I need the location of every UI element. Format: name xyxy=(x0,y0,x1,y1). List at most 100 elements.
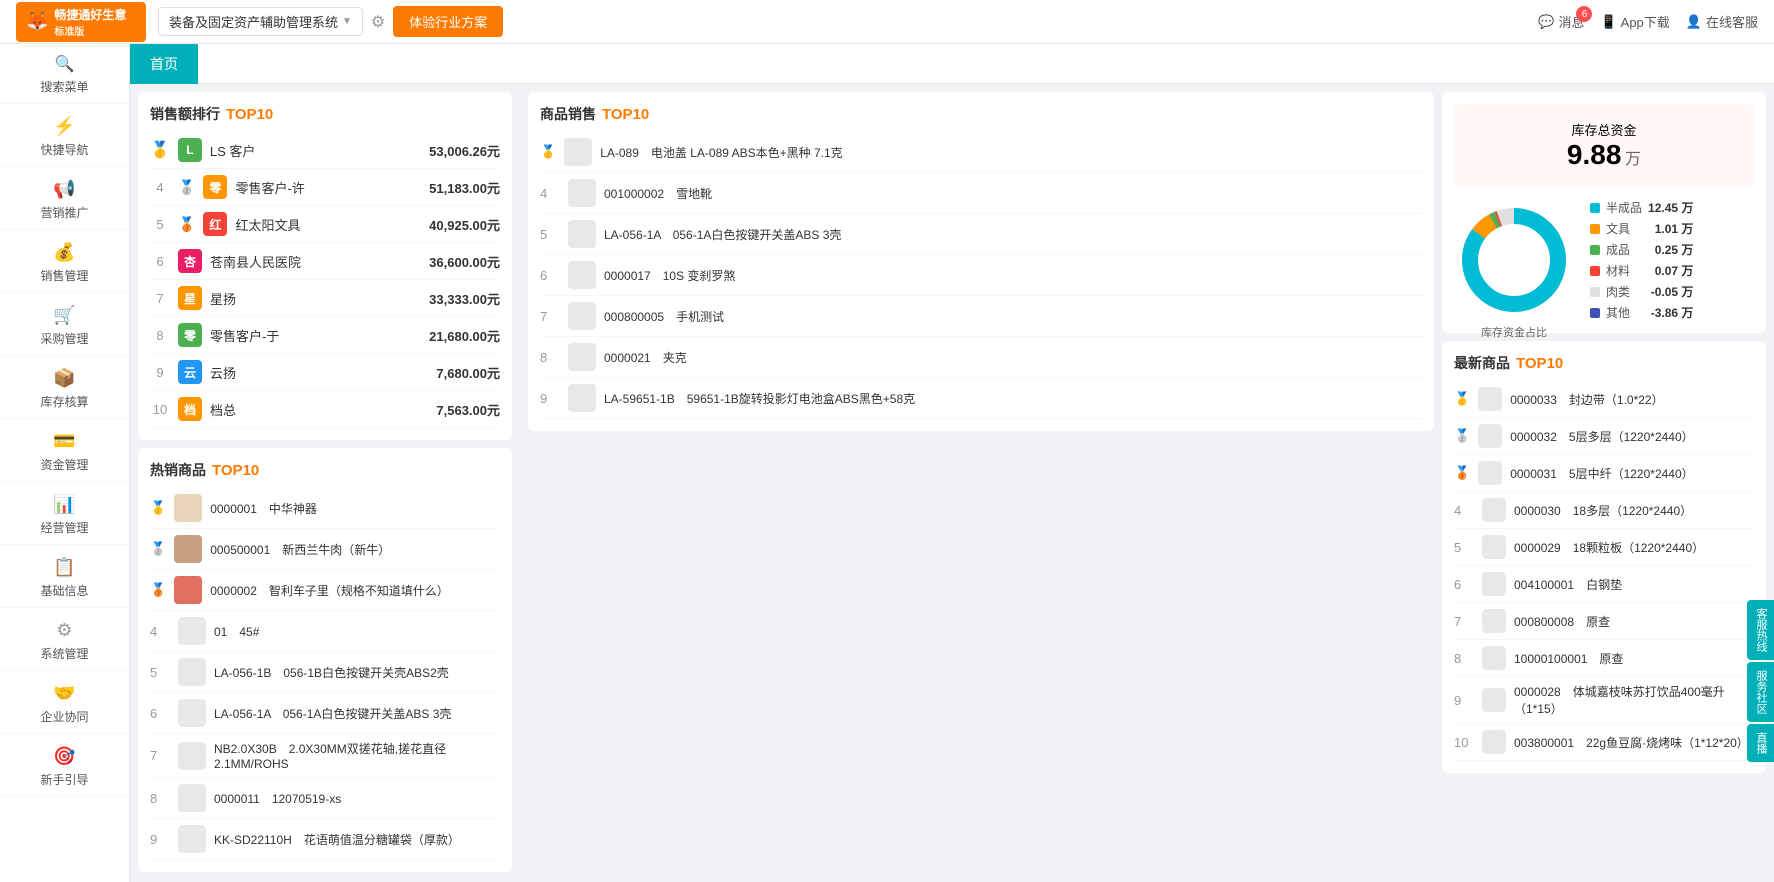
latest-item-7: 7 000800008 原查 xyxy=(1454,603,1754,640)
hot-top10-label: TOP10 xyxy=(212,462,259,479)
hot-rank-7: 7 xyxy=(150,748,170,763)
prod-info-5: 000800005 手机测试 xyxy=(604,308,1422,325)
sidebar-item-system[interactable]: ⚙ 系统管理 xyxy=(0,608,129,671)
rank-medal-1: 🥇 xyxy=(150,140,170,160)
prod-item-7: 9 LA-59651-1B 59651-1B旋转投影灯电池盒ABS黑色+58克 xyxy=(540,378,1422,419)
sales-ranking-title: 销售额排行 xyxy=(150,104,220,124)
logo-icon: 🦊 xyxy=(26,11,48,32)
logo-sub: 标准版 xyxy=(54,23,126,38)
sidebar-item-sales[interactable]: 💰 销售管理 xyxy=(0,230,129,293)
prod-img-6 xyxy=(568,343,596,371)
hot-medal-3: 🥉 xyxy=(150,582,166,598)
product-sales-card: 商品销售 TOP10 🥇 LA-089 电池盖 LA-089 ABS本色+黑种 … xyxy=(528,92,1434,431)
latest-info-7: 000800008 原查 xyxy=(1514,613,1754,630)
sidebar-item-quick-nav[interactable]: ⚡ 快捷导航 xyxy=(0,104,129,167)
legend-item-4: 肉类 -0.05 万 xyxy=(1590,283,1693,300)
latest-item-5: 5 0000029 18颗粒板（1220*2440） xyxy=(1454,529,1754,566)
latest-item-3: 🥉 0000031 5层中纤（1220*2440） xyxy=(1454,455,1754,492)
latest-item-9: 9 0000028 体城嘉枝味苏打饮品400毫升（1*15） xyxy=(1454,677,1754,724)
rank-item-4: 6 杏 苍南县人民医院 36,600.00元 xyxy=(150,243,500,280)
sidebar-item-operations[interactable]: 📊 经营管理 xyxy=(0,482,129,545)
prod-rank-7: 9 xyxy=(540,391,560,406)
hot-item-5: 5 LA-056-1B 056-1B白色按键开关壳ABS2壳 xyxy=(150,652,500,693)
rank-name-3: 红太阳文具 xyxy=(235,215,421,234)
hot-rank-9: 9 xyxy=(150,832,170,847)
rank-item-3: 5 🥉 红 红太阳文具 40,925.00元 xyxy=(150,206,500,243)
latest-img-6 xyxy=(1482,572,1506,596)
latest-item-10: 10 003800001 22g鱼豆腐·烧烤味（1*12*20） xyxy=(1454,724,1754,761)
sidebar-item-search[interactable]: 🔍 搜索菜单 xyxy=(0,44,129,104)
rank-name-7: 云扬 xyxy=(210,363,428,382)
latest-products-title: 最新商品 xyxy=(1454,353,1510,373)
service-button[interactable]: 👤 在线客服 xyxy=(1686,12,1758,31)
hot-info-2: 000500001 新西兰牛肉（新牛） xyxy=(210,541,500,558)
sales-ranking-list: 🥇 L LS 客户 53,006.26元 4 🥈 零 零售客户-许 51,183… xyxy=(150,132,500,428)
latest-item-4: 4 0000030 18多层（1220*2440） xyxy=(1454,492,1754,529)
legend-val-3: 0.07 万 xyxy=(1655,262,1694,279)
float-btn-live[interactable]: 直播 xyxy=(1747,724,1774,762)
rank-name-6: 零售客户-于 xyxy=(210,326,421,345)
sidebar-item-guide[interactable]: 🎯 新手引导 xyxy=(0,734,129,797)
marketing-icon: 📢 xyxy=(53,179,75,200)
prod-item-6: 8 0000021 夹克 xyxy=(540,337,1422,378)
prod-item-3: 5 LA-056-1A 056-1A白色按键开关盖ABS 3壳 xyxy=(540,214,1422,255)
latest-products-card: 最新商品 TOP10 🥇 0000033 封边带（1.0*22） 🥈 00 xyxy=(1442,341,1766,773)
rank-amount-5: 33,333.00元 xyxy=(429,289,500,308)
rank-avatar-4: 杏 xyxy=(178,249,202,273)
rank-avatar-5: 星 xyxy=(178,286,202,310)
float-btn-service[interactable]: 客服热线 xyxy=(1747,600,1774,660)
donut-container: 库存资金占比 半成品 12.45 万 文具 1.01 万 xyxy=(1454,199,1754,321)
hot-item-8: 8 0000011 12070519-xs xyxy=(150,778,500,819)
sidebar-item-marketing[interactable]: 📢 营销推广 xyxy=(0,167,129,230)
rank-item-7: 9 云 云扬 7,680.00元 xyxy=(150,354,500,391)
hot-item-2: 🥈 000500001 新西兰牛肉（新牛） xyxy=(150,529,500,570)
prod-img-1 xyxy=(564,138,592,166)
inv-total-label: 库存总资金 xyxy=(1571,123,1636,138)
latest-info-6: 004100001 白钢垫 xyxy=(1514,576,1754,593)
sidebar-item-collaboration[interactable]: 🤝 企业协同 xyxy=(0,671,129,734)
hot-rank-6: 6 xyxy=(150,706,170,721)
latest-item-1: 🥇 0000033 封边带（1.0*22） xyxy=(1454,381,1754,418)
service-icon: 👤 xyxy=(1686,14,1702,30)
prod-info-7: LA-59651-1B 59651-1B旋转投影灯电池盒ABS黑色+58克 xyxy=(604,390,1422,407)
rank-avatar-7: 云 xyxy=(178,360,202,384)
sidebar-operations-label: 经营管理 xyxy=(40,519,88,536)
latest-rank-6: 6 xyxy=(1454,577,1474,592)
latest-rank-7: 7 xyxy=(1454,614,1474,629)
sidebar-item-purchase[interactable]: 🛒 采购管理 xyxy=(0,293,129,356)
latest-info-1: 0000033 封边带（1.0*22） xyxy=(1510,391,1754,408)
message-icon: 💬 xyxy=(1538,14,1554,30)
basic-info-icon: 📋 xyxy=(53,557,75,578)
notifications-badge: 6 xyxy=(1576,6,1592,22)
trial-button[interactable]: 体验行业方案 xyxy=(393,6,503,37)
tab-home[interactable]: 首页 xyxy=(130,44,198,84)
quick-nav-icon: ⚡ xyxy=(53,116,75,137)
hot-item-6: 6 LA-056-1A 056-1A白色按键开关盖ABS 3壳 xyxy=(150,693,500,734)
app-download-button[interactable]: 📱 App下载 xyxy=(1600,12,1669,31)
content-area: 首页 销售额排行 TOP10 🥇 L LS 客户 53,006. xyxy=(130,44,1774,882)
col-left: 销售额排行 TOP10 🥇 L LS 客户 53,006.26元 4 🥈 xyxy=(130,84,520,882)
hot-item-7: 7 NB2.0X30B 2.0X30MM双搓花轴,搓花直径2.1MM/ROHS xyxy=(150,734,500,778)
system-selector[interactable]: 装备及固定资产辅助管理系统 ▼ xyxy=(158,7,363,36)
legend-dot-2 xyxy=(1590,245,1600,255)
rank-num-7: 9 xyxy=(150,365,170,380)
sidebar-item-basic-info[interactable]: 📋 基础信息 xyxy=(0,545,129,608)
gear-icon[interactable]: ⚙ xyxy=(371,12,385,32)
hot-info-6: LA-056-1A 056-1A白色按键开关盖ABS 3壳 xyxy=(214,705,500,722)
rank-medal-3: 🥉 xyxy=(178,216,195,233)
prod-info-3: LA-056-1A 056-1A白色按键开关盖ABS 3壳 xyxy=(604,226,1422,243)
top-bar: 🦊 畅捷通好生意 标准版 装备及固定资产辅助管理系统 ▼ ⚙ 体验行业方案 💬 … xyxy=(0,0,1774,44)
notifications-button[interactable]: 💬 消息 6 xyxy=(1538,12,1584,31)
sidebar-item-finance[interactable]: 💳 资金管理 xyxy=(0,419,129,482)
hot-products-card: 热销商品 TOP10 🥇 0000001 中华神器 🥈 000500001 xyxy=(138,448,512,872)
chevron-down-icon: ▼ xyxy=(342,16,352,27)
rank-avatar-2: 零 xyxy=(203,175,227,199)
legend-item-1: 文具 1.01 万 xyxy=(1590,220,1693,237)
hot-img-7 xyxy=(178,742,206,770)
prod-img-3 xyxy=(568,220,596,248)
legend-dot-1 xyxy=(1590,224,1600,234)
float-btn-community[interactable]: 服务社区 xyxy=(1747,662,1774,722)
rank-amount-8: 7,563.00元 xyxy=(436,400,500,419)
inventory-card: 库存总资金 9.88 万 xyxy=(1442,92,1766,333)
sidebar-item-inventory[interactable]: 📦 库存核算 xyxy=(0,356,129,419)
